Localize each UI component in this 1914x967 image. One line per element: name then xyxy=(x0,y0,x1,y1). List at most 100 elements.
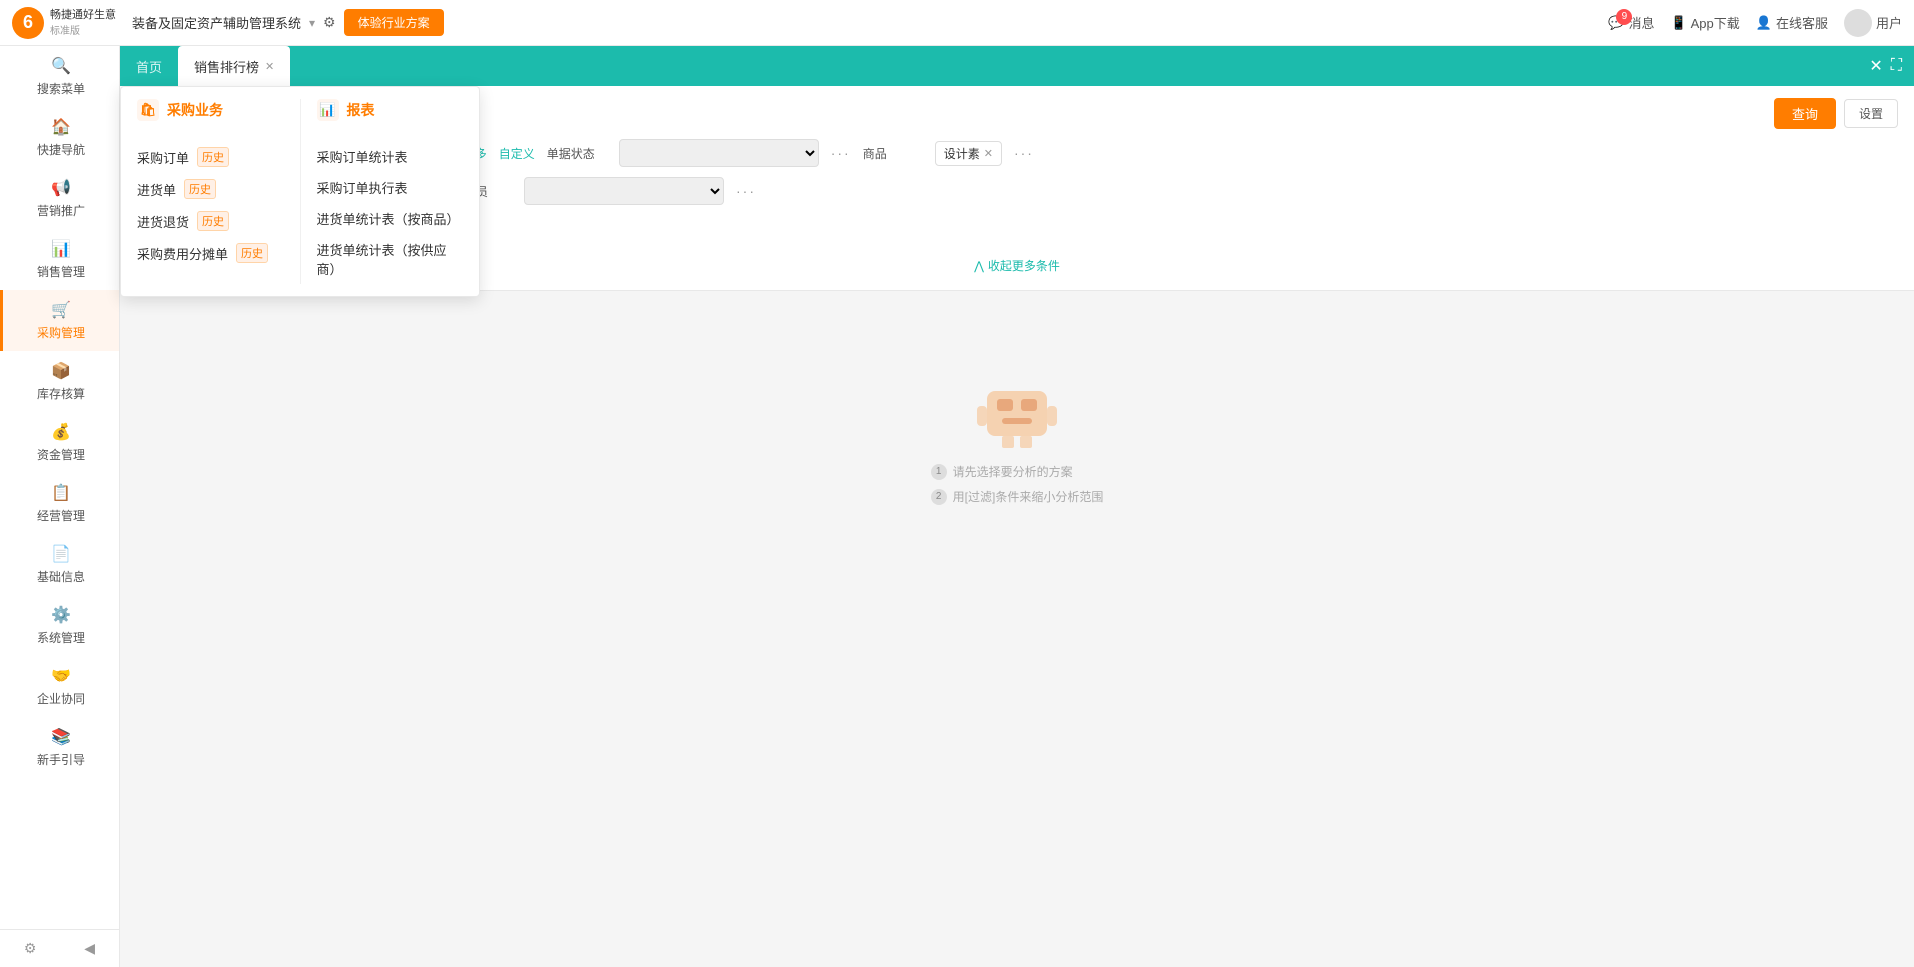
empty-step-1: 1 请先选择要分析的方案 xyxy=(931,463,1104,480)
sidebar-item-search[interactable]: 🔍 搜索菜单 xyxy=(0,46,119,107)
right-buttons: 查询 设置 xyxy=(1774,98,1898,129)
phone-icon: 📱 xyxy=(1670,15,1686,31)
sidebar-item-sales[interactable]: 📊 销售管理 xyxy=(0,229,119,290)
report-section-title: 报表 xyxy=(347,100,375,120)
user-label: 用户 xyxy=(1876,13,1902,32)
purchase-order-label: 采购订单 xyxy=(137,148,189,167)
sidebar-label-finance: 资金管理 xyxy=(37,446,85,463)
collapse-up-icon: ⋀ xyxy=(974,259,984,273)
step2-text: 用[过滤]条件来缩小分析范围 xyxy=(953,488,1104,505)
voucher-status-label: 单据状态 xyxy=(547,145,607,162)
inventory-icon: 📦 xyxy=(51,361,71,381)
goods-dots[interactable]: ··· xyxy=(1014,145,1034,161)
inbound-history-badge: 历史 xyxy=(184,179,216,199)
sidebar-label-marketing: 营销推广 xyxy=(37,202,85,219)
report-col: 📊 报表 采购订单统计表 采购订单执行表 进货单统计表（按商品） 进货单统计表（… xyxy=(301,99,480,284)
dropdown-item-purchase-order[interactable]: 采购订单 历史 xyxy=(137,141,284,173)
goods-tag: 设计素 ✕ xyxy=(935,141,1002,166)
sidebar-item-purchase[interactable]: 🛒 采购管理 xyxy=(0,290,119,351)
sidebar-label-operations: 经营管理 xyxy=(37,507,85,524)
goods-tag-text: 设计素 xyxy=(944,145,980,162)
system-dropdown-arrow[interactable]: ▾ xyxy=(309,16,315,30)
report-section-icon: 📊 xyxy=(317,99,339,121)
tab-home-label: 首页 xyxy=(136,57,162,76)
return-label: 进货退货 xyxy=(137,212,189,231)
step1-text: 请先选择要分析的方案 xyxy=(953,463,1073,480)
sales-icon: 📊 xyxy=(51,239,71,259)
empty-icon xyxy=(967,371,1067,451)
logo-version: 标准版 xyxy=(50,22,116,37)
inbound-label: 进货单 xyxy=(137,180,176,199)
settings-btn[interactable]: 设置 xyxy=(1844,99,1898,128)
sidebar-label-system: 系统管理 xyxy=(37,629,85,646)
user-item[interactable]: 用户 xyxy=(1844,9,1902,37)
sidebar-label-purchase: 采购管理 xyxy=(37,324,85,341)
basicinfo-icon: 📄 xyxy=(51,544,71,564)
tab-close-icon[interactable]: ✕ xyxy=(265,60,274,73)
collapse-label: 收起更多条件 xyxy=(988,257,1060,274)
system-info: 装备及固定资产辅助管理系统 ▾ ⚙ 体验行业方案 xyxy=(132,9,1608,36)
query-btn[interactable]: 查询 xyxy=(1774,98,1836,129)
guide-icon: 📚 xyxy=(51,727,71,747)
tab-expand-icon[interactable]: ⛶ xyxy=(1891,57,1902,75)
sidebar-item-guide[interactable]: 📚 新手引导 xyxy=(0,717,119,778)
service-item[interactable]: 👤 在线客服 xyxy=(1756,13,1828,32)
dropdown-item-inbound[interactable]: 进货单 历史 xyxy=(137,173,284,205)
collapse-btn[interactable]: ⋀ 收起更多条件 xyxy=(962,253,1072,278)
sidebar-label-sales: 销售管理 xyxy=(37,263,85,280)
message-item[interactable]: 💬 9 消息 xyxy=(1608,13,1654,32)
empty-state: 1 请先选择要分析的方案 2 用[过滤]条件来缩小分析范围 xyxy=(120,291,1914,585)
purchase-icon: 🛒 xyxy=(51,300,71,320)
sidebar-label-basicinfo: 基础信息 xyxy=(37,568,85,585)
sidebar-item-quick[interactable]: 🏠 快捷导航 xyxy=(0,107,119,168)
dropdown-item-order-exec[interactable]: 采购订单执行表 xyxy=(317,172,464,203)
tab-bar: 首页 销售排行榜 ✕ ✕ ⛶ xyxy=(120,46,1914,86)
sidebar-settings-btn[interactable]: ⚙ xyxy=(24,940,37,957)
logo-icon: 6 xyxy=(12,7,44,39)
salesperson-dots[interactable]: ··· xyxy=(736,183,756,199)
tab-home[interactable]: 首页 xyxy=(120,46,178,86)
purchase-order-history-badge: 历史 xyxy=(197,147,229,167)
logo-text-area: 畅捷通好生意 标准版 xyxy=(50,8,116,37)
dropdown-item-inbound-stats-supplier[interactable]: 进货单统计表（按供应商） xyxy=(317,234,464,284)
sidebar-label-inventory: 库存核算 xyxy=(37,385,85,402)
sidebar-item-finance[interactable]: 💰 资金管理 xyxy=(0,412,119,473)
industry-btn[interactable]: 体验行业方案 xyxy=(344,9,444,36)
sidebar-item-inventory[interactable]: 📦 库存核算 xyxy=(0,351,119,412)
sidebar-label-guide: 新手引导 xyxy=(37,751,85,768)
sidebar-item-operations[interactable]: 📋 经营管理 xyxy=(0,473,119,534)
tab-close-all-icon[interactable]: ✕ xyxy=(1869,56,1882,76)
sidebar-item-system[interactable]: ⚙️ 系统管理 xyxy=(0,595,119,656)
date-custom[interactable]: 自定义 xyxy=(499,145,535,162)
search-icon: 🔍 xyxy=(51,56,71,76)
purchase-section-icon: 🛍 xyxy=(137,99,159,121)
operations-icon: 📋 xyxy=(51,483,71,503)
sidebar-label-quick: 快捷导航 xyxy=(37,141,85,158)
voucher-status-select[interactable] xyxy=(619,139,819,167)
settings-icon[interactable]: ⚙ xyxy=(323,14,336,31)
inbound-stats-supplier-label: 进货单统计表（按供应商） xyxy=(317,240,464,278)
purchase-dropdown-menu: 🛍 采购业务 采购订单 历史 进货单 历史 进货退货 历史 采购费用分摊单 历史 xyxy=(120,86,480,297)
tab-bar-actions: ✕ ⛶ xyxy=(1869,56,1914,76)
sidebar-item-basicinfo[interactable]: 📄 基础信息 xyxy=(0,534,119,595)
sidebar-collapse-btn[interactable]: ◀ xyxy=(84,940,95,957)
dropdown-item-return[interactable]: 进货退货 历史 xyxy=(137,205,284,237)
salesperson-select[interactable] xyxy=(524,177,724,205)
dropdown-item-order-stats[interactable]: 采购订单统计表 xyxy=(317,141,464,172)
voucher-dots[interactable]: ··· xyxy=(831,145,851,161)
top-right-actions: 💬 9 消息 📱 App下载 👤 在线客服 用户 xyxy=(1608,9,1902,37)
top-bar: 6 畅捷通好生意 标准版 装备及固定资产辅助管理系统 ▾ ⚙ 体验行业方案 💬 … xyxy=(0,0,1914,46)
sidebar-bottom: ⚙ ◀ xyxy=(0,929,119,967)
sidebar-item-enterprise[interactable]: 🤝 企业协同 xyxy=(0,656,119,717)
dropdown-item-inbound-stats-goods[interactable]: 进货单统计表（按商品） xyxy=(317,203,464,234)
sidebar-item-marketing[interactable]: 📢 营销推广 xyxy=(0,168,119,229)
inbound-stats-goods-label: 进货单统计表（按商品） xyxy=(317,209,460,228)
tab-sales-rank[interactable]: 销售排行榜 ✕ xyxy=(178,46,290,86)
app-download-item[interactable]: 📱 App下载 xyxy=(1670,13,1739,32)
goods-tag-close[interactable]: ✕ xyxy=(984,147,993,160)
user-avatar xyxy=(1844,9,1872,37)
report-section-header: 📊 报表 xyxy=(317,99,464,129)
order-exec-label: 采购订单执行表 xyxy=(317,178,408,197)
service-label: 在线客服 xyxy=(1776,13,1828,32)
dropdown-item-expense[interactable]: 采购费用分摊单 历史 xyxy=(137,237,284,269)
